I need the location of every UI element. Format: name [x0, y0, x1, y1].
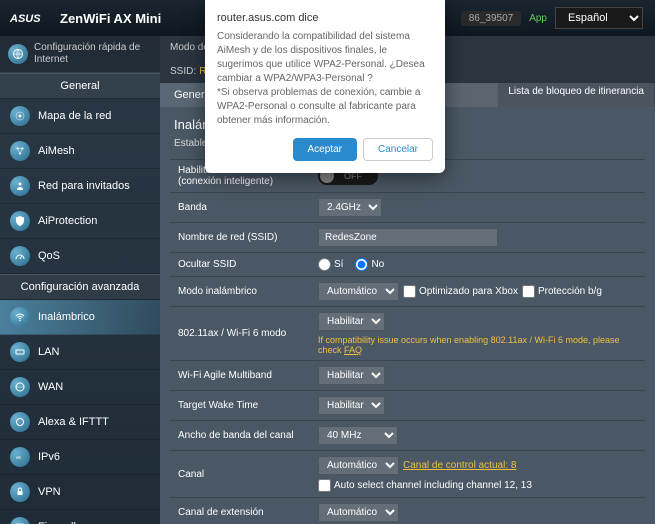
- nav-wireless[interactable]: Inalámbrico: [0, 300, 160, 335]
- shield-icon: [10, 211, 30, 231]
- map-icon: [10, 106, 30, 126]
- label-band: Banda: [170, 193, 310, 223]
- language-select[interactable]: Español: [555, 7, 643, 29]
- ssid-prefix: SSID:: [170, 66, 196, 77]
- label-agile: Wi-Fi Agile Multiband: [170, 361, 310, 391]
- radio-hide-no[interactable]: No: [355, 258, 384, 271]
- sidebar: Configuración rápida de Internet General…: [0, 36, 160, 524]
- dialog-cancel-button[interactable]: Cancelar: [363, 138, 433, 161]
- select-channel[interactable]: Automático: [318, 456, 399, 475]
- lan-icon: [10, 342, 30, 362]
- radio-hide-yes[interactable]: Sí: [318, 258, 343, 271]
- nav-vpn[interactable]: VPN: [0, 475, 160, 510]
- select-bandwidth[interactable]: 40 MHz: [318, 426, 398, 445]
- mesh-icon: [10, 141, 30, 161]
- select-wifi6[interactable]: Habilitar: [318, 312, 385, 331]
- dialog-accept-button[interactable]: Aceptar: [293, 138, 357, 161]
- label-bandwidth: Ancho de banda del canal: [170, 421, 310, 451]
- wireless-settings-table: Habilitar Smart Connect (conexión inteli…: [170, 159, 645, 524]
- dialog-origin: router.asus.com dice: [217, 12, 433, 24]
- quick-setup-link[interactable]: Configuración rápida de Internet: [0, 36, 160, 73]
- label-wireless-mode: Modo inalámbrico: [170, 277, 310, 307]
- wifi-icon: [10, 307, 30, 327]
- nav-firewall[interactable]: Firewall: [0, 510, 160, 524]
- svg-text:ASUS: ASUS: [10, 13, 41, 24]
- product-name: ZenWiFi AX Mini: [60, 11, 161, 26]
- globe-icon: [8, 44, 28, 64]
- nav-qos[interactable]: QoS: [0, 239, 160, 274]
- app-link[interactable]: App: [529, 13, 547, 24]
- mode-label: Modo de: [170, 42, 209, 53]
- alexa-icon: [10, 412, 30, 432]
- check-bg-protection[interactable]: Protección b/g: [522, 285, 602, 298]
- ssid-badge: 86_39507: [461, 11, 522, 26]
- ipv6-icon: v6: [10, 447, 30, 467]
- label-hide-ssid: Ocultar SSID: [170, 253, 310, 277]
- nav-alexa-ifttt[interactable]: Alexa & IFTTT: [0, 405, 160, 440]
- gauge-icon: [10, 246, 30, 266]
- confirm-dialog: router.asus.com dice Considerando la com…: [205, 0, 445, 173]
- dialog-message: Considerando la compatibilidad del siste…: [217, 30, 433, 128]
- nav-guest-network[interactable]: Red para invitados: [0, 169, 160, 204]
- label-ext-channel: Canal de extensión: [170, 498, 310, 524]
- check-auto-channel-12-13[interactable]: Auto select channel including channel 12…: [318, 479, 532, 492]
- section-general: General: [0, 73, 160, 99]
- faq-link[interactable]: FAQ: [344, 345, 362, 355]
- nav-lan[interactable]: LAN: [0, 335, 160, 370]
- wifi6-warning: If compatibility issue occurs when enabl…: [318, 335, 637, 355]
- label-channel: Canal: [170, 451, 310, 498]
- label-wifi6: 802.11ax / Wi-Fi 6 modo: [170, 307, 310, 361]
- nav-aiprotection[interactable]: AiProtection: [0, 204, 160, 239]
- current-channel-link[interactable]: Canal de control actual: 8: [403, 460, 516, 471]
- wan-icon: [10, 377, 30, 397]
- nav-wan[interactable]: WAN: [0, 370, 160, 405]
- nav-aimesh[interactable]: AiMesh: [0, 134, 160, 169]
- select-band[interactable]: 2.4GHz: [318, 198, 382, 217]
- select-ext-channel[interactable]: Automático: [318, 503, 399, 522]
- nav-ipv6[interactable]: v6IPv6: [0, 440, 160, 475]
- select-twt[interactable]: Habilitar: [318, 396, 385, 415]
- input-ssid[interactable]: [318, 228, 498, 247]
- tab-roaming-blocklist[interactable]: Lista de bloqueo de itinerancia: [498, 83, 655, 107]
- vpn-icon: [10, 482, 30, 502]
- brand-logo: ASUS ZenWiFi AX Mini: [10, 11, 161, 26]
- nav-network-map[interactable]: Mapa de la red: [0, 99, 160, 134]
- svg-text:v6: v6: [16, 455, 21, 460]
- label-twt: Target Wake Time: [170, 391, 310, 421]
- label-ssid: Nombre de red (SSID): [170, 223, 310, 253]
- guest-icon: [10, 176, 30, 196]
- check-xbox[interactable]: Optimizado para Xbox: [403, 285, 518, 298]
- select-wireless-mode[interactable]: Automático: [318, 282, 399, 301]
- select-agile[interactable]: Habilitar: [318, 366, 385, 385]
- section-advanced: Configuración avanzada: [0, 274, 160, 300]
- firewall-icon: [10, 517, 30, 524]
